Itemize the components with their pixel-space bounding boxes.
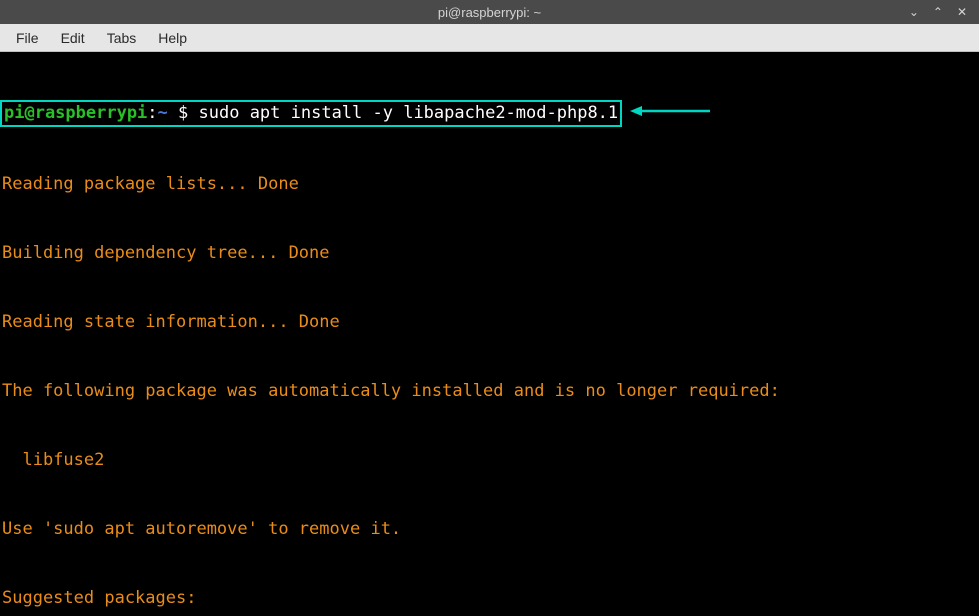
menu-edit[interactable]: Edit	[51, 26, 95, 50]
prompt-dollar: $	[168, 103, 199, 123]
output-line: libfuse2	[2, 449, 977, 472]
close-button[interactable]: ✕	[957, 5, 967, 19]
output-line: The following package was automatically …	[2, 380, 977, 403]
prompt-userhost: pi@raspberrypi	[4, 103, 147, 123]
output-line: Reading package lists... Done	[2, 173, 977, 196]
terminal-window: pi@raspberrypi: ~ ⌄ ⌃ ✕ File Edit Tabs H…	[0, 0, 979, 616]
minimize-button[interactable]: ⌄	[909, 5, 919, 19]
menu-file[interactable]: File	[6, 26, 49, 50]
output-line: Reading state information... Done	[2, 311, 977, 334]
prompt-command: sudo apt install -y libapache2-mod-php8.…	[199, 103, 619, 123]
window-controls: ⌄ ⌃ ✕	[909, 5, 975, 19]
terminal-area[interactable]: pi@raspberrypi:~ $ sudo apt install -y l…	[0, 52, 979, 616]
window-title: pi@raspberrypi: ~	[0, 5, 979, 20]
maximize-button[interactable]: ⌃	[933, 5, 943, 19]
annotation-arrow-icon	[630, 102, 710, 125]
output-line: Suggested packages:	[2, 587, 977, 610]
prompt-line: pi@raspberrypi:~ $ sudo apt install -y l…	[2, 100, 977, 127]
titlebar[interactable]: pi@raspberrypi: ~ ⌄ ⌃ ✕	[0, 0, 979, 24]
prompt-colon: :	[147, 103, 157, 123]
output-line: Use 'sudo apt autoremove' to remove it.	[2, 518, 977, 541]
output-line: Building dependency tree... Done	[2, 242, 977, 265]
menu-tabs[interactable]: Tabs	[97, 26, 147, 50]
prompt-cwd: ~	[158, 103, 168, 123]
menubar: File Edit Tabs Help	[0, 24, 979, 52]
menu-help[interactable]: Help	[148, 26, 197, 50]
